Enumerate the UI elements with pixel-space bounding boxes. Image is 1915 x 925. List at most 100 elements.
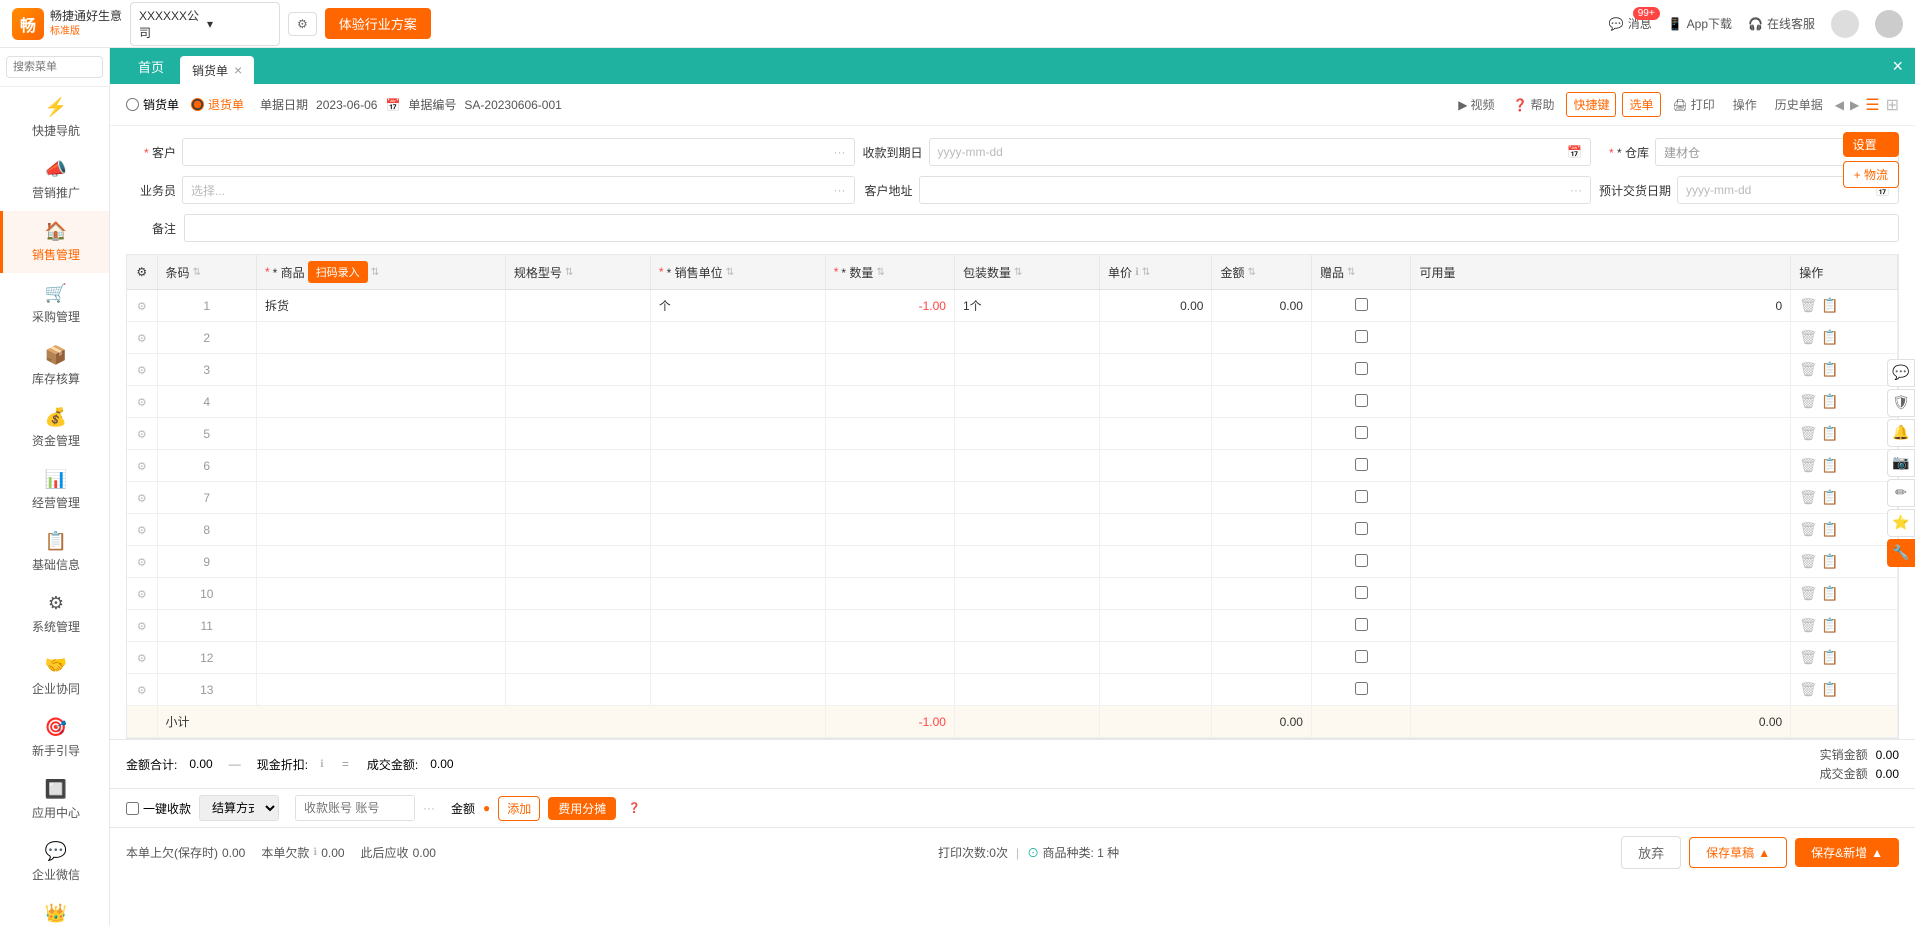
row-price-cell[interactable] [1100,482,1212,514]
row-gift-cell[interactable] [1311,674,1411,706]
sidebar-item-system[interactable]: ⚙ 系统管理 [0,583,109,645]
row-price-cell[interactable] [1100,322,1212,354]
row-amount-cell[interactable] [1212,322,1312,354]
search-input[interactable] [6,56,103,78]
delete-row-icon[interactable]: 🗑 [1799,553,1817,570]
avatar[interactable] [1831,10,1859,38]
sort-pack-qty-icon[interactable]: ⇅ [1014,267,1022,278]
row-pack-qty-cell[interactable] [954,354,1099,386]
row-price-cell[interactable] [1100,546,1212,578]
add-payment-btn[interactable]: 添加 [498,796,540,821]
float-btn-6[interactable]: ⭐ [1887,509,1915,537]
row-gift-cell[interactable] [1311,418,1411,450]
row-pack-qty-cell[interactable] [954,674,1099,706]
float-btn-1[interactable]: 💬 [1887,359,1915,387]
help-btn[interactable]: ❓ 帮助 [1507,93,1561,116]
row-spec-cell[interactable] [505,354,650,386]
save-draft-btn[interactable]: 保存草稿 ▲ [1689,837,1787,868]
sidebar-item-wechat[interactable]: 💬 企业微信 [0,831,109,893]
sort-product-icon[interactable]: ⇅ [371,267,379,278]
row-unit-cell[interactable] [650,642,825,674]
delete-row-icon[interactable]: 🗑 [1799,425,1817,442]
row-product-cell[interactable] [257,386,506,418]
sort-barcode-icon[interactable]: ⇅ [193,267,201,278]
table-wrapper[interactable]: ⚙ 条码 ⇅ * * 商 [126,254,1899,739]
due-date-input[interactable]: yyyy-mm-dd 📅 [929,138,1591,166]
copy-row-icon[interactable]: 📋 [1821,617,1838,634]
row-spec-cell[interactable] [505,450,650,482]
sidebar-item-enterprise[interactable]: 🤝 企业协同 [0,645,109,707]
gift-checkbox[interactable] [1355,458,1368,471]
row-pack-qty-cell[interactable] [954,482,1099,514]
gift-checkbox[interactable] [1355,618,1368,631]
row-unit-cell[interactable] [650,322,825,354]
row-pack-qty-cell[interactable] [954,578,1099,610]
row-amount-cell[interactable] [1212,482,1312,514]
sidebar-item-base-info[interactable]: 📋 基础信息 [0,521,109,583]
row-pack-qty-cell[interactable] [954,610,1099,642]
row-qty-cell[interactable] [825,642,954,674]
float-btn-3[interactable]: 🔔 [1887,419,1915,447]
history-btn[interactable]: 历史单据 [1769,93,1829,116]
sort-spec-icon[interactable]: ⇅ [565,267,573,278]
delete-row-icon[interactable]: 🗑 [1799,649,1817,666]
copy-row-icon[interactable]: 📋 [1821,521,1838,538]
float-btn-2[interactable]: 🛡 [1887,389,1915,417]
row-qty-cell[interactable] [825,482,954,514]
save-draft-dropdown-icon[interactable]: ▲ [1758,846,1770,860]
salesperson-input[interactable]: 选择... ··· [182,176,855,204]
operate-btn[interactable]: 操作 [1727,93,1763,116]
row-product-cell[interactable]: 拆货 [257,290,506,322]
row-pack-qty-cell[interactable]: 1个 [954,290,1099,322]
print-btn[interactable]: 🖨 打印 [1667,93,1721,116]
row-product-cell[interactable] [257,674,506,706]
sidebar-item-marketing[interactable]: 📣 营销推广 [0,149,109,211]
row-unit-cell[interactable] [650,418,825,450]
video-btn[interactable]: ▶ 视频 [1452,93,1500,116]
row-product-cell[interactable] [257,418,506,450]
save-new-btn[interactable]: 保存&新增 ▲ [1795,838,1899,867]
row-gift-cell[interactable] [1311,610,1411,642]
row-gift-cell[interactable] [1311,386,1411,418]
sidebar-item-purchase[interactable]: 🛒 采购管理 [0,273,109,335]
sort-amount-icon[interactable]: ⇅ [1247,267,1255,278]
delete-row-icon[interactable]: 🗑 [1799,585,1817,602]
row-product-cell[interactable] [257,514,506,546]
row-product-cell[interactable] [257,482,506,514]
row-product-cell[interactable] [257,450,506,482]
row-pack-qty-cell[interactable] [954,514,1099,546]
sort-gift-icon[interactable]: ⇅ [1347,267,1355,278]
row-spec-cell[interactable] [505,482,650,514]
row-amount-cell[interactable] [1212,610,1312,642]
gift-checkbox[interactable] [1355,650,1368,663]
customer-address-input[interactable]: ··· [919,176,1592,204]
row-qty-cell[interactable] [825,450,954,482]
row-amount-cell[interactable] [1212,418,1312,450]
gift-checkbox[interactable] [1355,522,1368,535]
row-product-cell[interactable] [257,642,506,674]
row-gift-cell[interactable] [1311,290,1411,322]
scan-button[interactable]: 扫码录入 [308,261,368,283]
float-btn-4[interactable]: 📷 [1887,449,1915,477]
row-gift-cell[interactable] [1311,514,1411,546]
row-unit-cell[interactable] [650,386,825,418]
row-spec-cell[interactable] [505,290,650,322]
calendar-icon[interactable]: 📅 [385,98,400,112]
logistics-button[interactable]: + 物流 [1843,161,1899,188]
row-amount-cell[interactable] [1212,546,1312,578]
delete-row-icon[interactable]: 🗑 [1799,489,1817,506]
shortcut-btn[interactable]: 快捷键 [1566,92,1616,117]
nav-prev-icon[interactable]: ◀ [1835,98,1844,112]
nav-next-icon[interactable]: ▶ [1850,98,1859,112]
row-amount-cell[interactable] [1212,578,1312,610]
company-selector[interactable]: XXXXXX公司 ▾ [130,2,280,46]
copy-row-icon[interactable]: 📋 [1821,425,1838,442]
copy-row-icon[interactable]: 📋 [1821,649,1838,666]
row-product-cell[interactable] [257,354,506,386]
row-unit-cell[interactable] [650,354,825,386]
row-amount-cell[interactable]: 0.00 [1212,290,1312,322]
row-price-cell[interactable] [1100,610,1212,642]
row-qty-cell[interactable] [825,546,954,578]
account-input[interactable] [295,795,415,821]
delete-row-icon[interactable]: 🗑 [1799,457,1817,474]
